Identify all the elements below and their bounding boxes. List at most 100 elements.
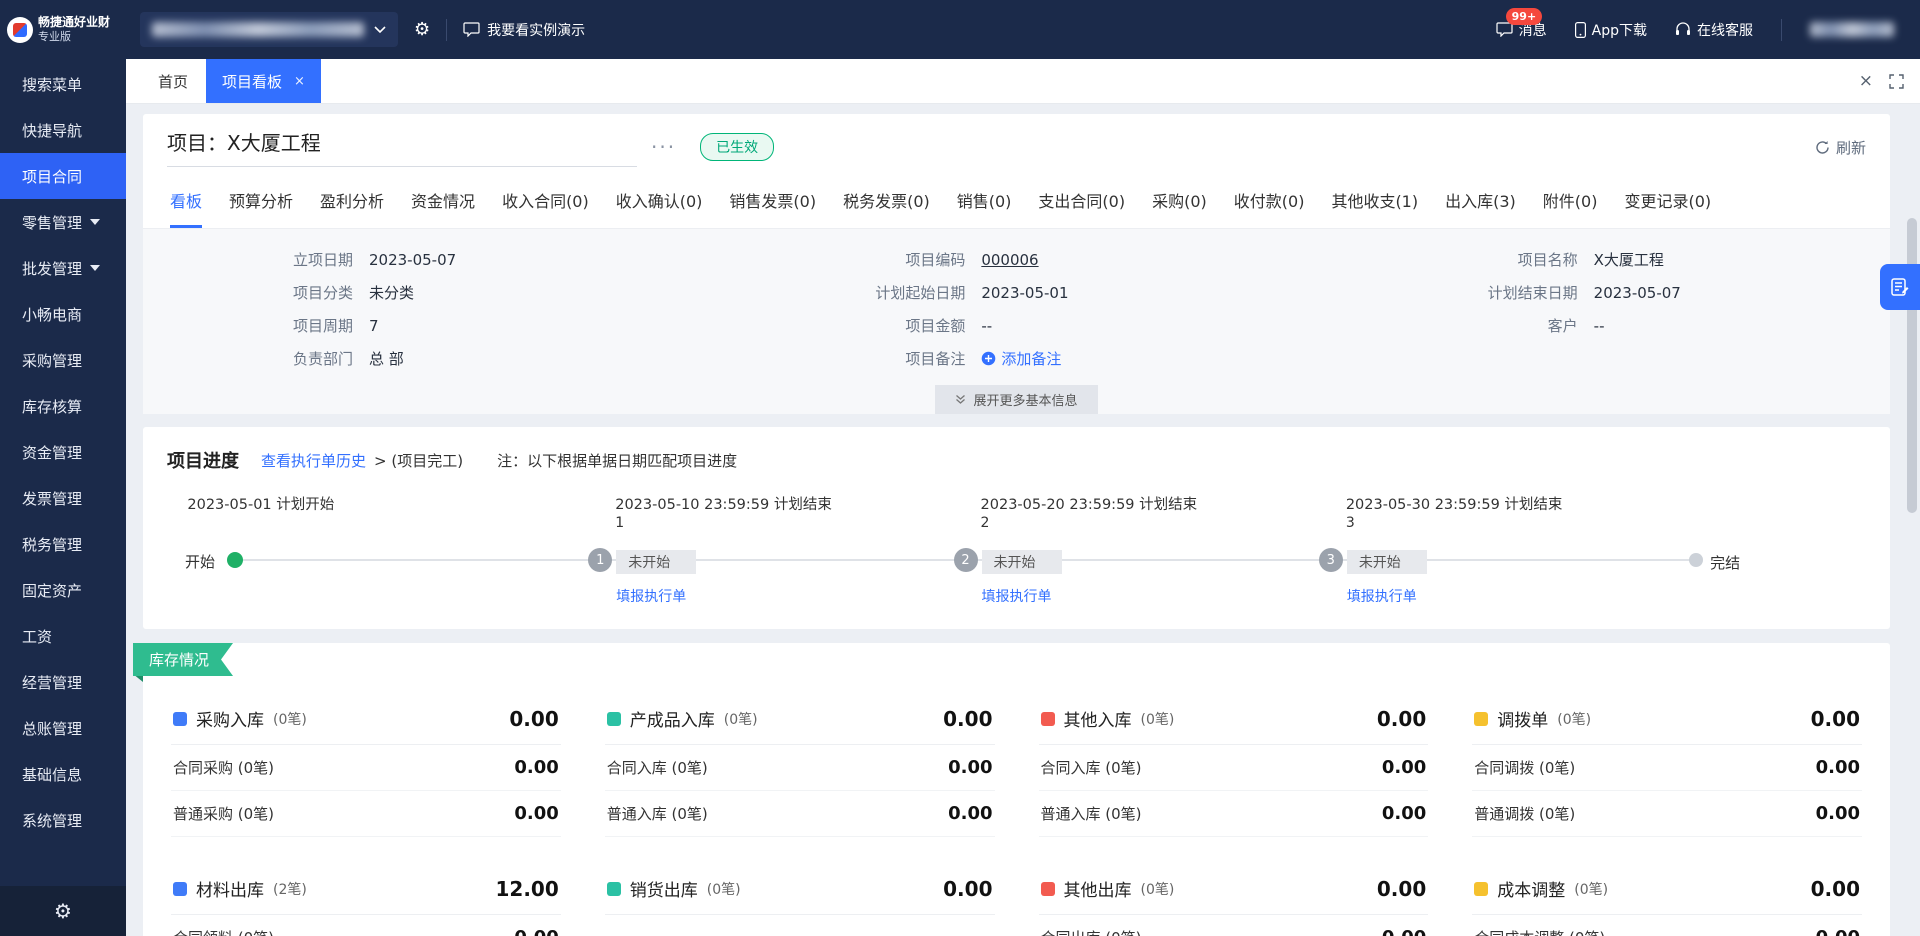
expand-more-info-button[interactable]: 展开更多基本信息 <box>935 385 1098 414</box>
refresh-button[interactable]: 刷新 <box>1815 137 1866 158</box>
sidebar-item-label: 工资 <box>22 627 53 646</box>
fill-execution-order-link[interactable]: 填报执行单 <box>1347 586 1417 606</box>
milestone-node-dot: 2 <box>953 548 978 572</box>
sidebar-item-system[interactable]: 系统管理 <box>0 797 126 843</box>
card-count: (0笔) <box>273 711 307 728</box>
vertical-scrollbar[interactable] <box>1906 108 1918 932</box>
chevron-down-icon <box>90 265 101 271</box>
sidebar-item-ecommerce[interactable]: 小畅电商 <box>0 291 126 337</box>
ptab-sales[interactable]: 销售(0) <box>957 172 1012 228</box>
milestone-status-chip: 未开始 <box>1346 550 1427 574</box>
refresh-label: 刷新 <box>1835 138 1866 157</box>
card-other-inbound: 其他入库 (0笔) 0.00 合同入库 (0笔) 0.00 普通入库 (0笔) 0.… <box>1038 693 1429 837</box>
card-sales-outbound: 销货出库 (0笔) 0.00 <box>604 863 995 936</box>
sub-value: 0.00 <box>1815 803 1860 824</box>
close-all-icon[interactable]: × <box>1859 71 1873 91</box>
more-actions-button[interactable]: ··· <box>651 135 676 159</box>
sidebar-item-invoices[interactable]: 发票管理 <box>0 475 126 521</box>
tab-project-dashboard[interactable]: 项目看板 × <box>206 59 321 103</box>
sidebar-item-retail[interactable]: 零售管理 <box>0 199 126 245</box>
progress-note: 注：以下根据单据日期匹配项目进度 <box>497 451 738 470</box>
blue-square-icon <box>173 881 187 896</box>
quick-note-floating-button[interactable] <box>1880 264 1920 310</box>
sidebar-item-label: 资金管理 <box>22 443 83 462</box>
field-value: 未分类 <box>369 284 415 302</box>
settings-gear-button[interactable]: ⚙ <box>414 19 430 40</box>
sidebar-item-search-menu[interactable]: 搜索菜单 <box>0 61 126 107</box>
fill-execution-order-link[interactable]: 填报执行单 <box>616 586 686 606</box>
ptab-expense-contracts[interactable]: 支出合同(0) <box>1038 172 1125 228</box>
ptab-stock-in-out[interactable]: 出入库(3) <box>1445 172 1516 228</box>
sidebar-item-general-ledger[interactable]: 总账管理 <box>0 705 126 751</box>
support-label: 在线客服 <box>1697 22 1753 39</box>
card-header: 采购入库 (0笔) 0.00 <box>171 693 561 745</box>
sidebar-item-label: 快捷导航 <box>22 121 83 140</box>
ptab-purchasing[interactable]: 采购(0) <box>1152 172 1207 228</box>
ptab-dashboard[interactable]: 看板 <box>170 172 203 228</box>
card-count: (0笔) <box>1140 711 1175 728</box>
milestone-status-chip: 未开始 <box>981 550 1062 574</box>
milestone-date: 2023-05-30 23:59:59 计划结束 <box>1345 497 1563 513</box>
card-sub-row: 普通调拨 (0笔) 0.00 <box>1472 791 1862 837</box>
sidebar-settings-button[interactable]: ⚙ <box>0 886 126 936</box>
app-download-button[interactable]: App下载 <box>1574 20 1647 40</box>
project-header-panel: 项目：X大厦工程 ··· 已生效 刷新 看板 预算分析 盈利分析 资金情况 收入… <box>143 114 1890 414</box>
ptab-other-income-expense[interactable]: 其他收支(1) <box>1331 172 1418 228</box>
card-value: 0.00 <box>509 706 559 731</box>
tab-label: 项目看板 <box>222 72 283 91</box>
user-account[interactable] <box>1810 22 1894 37</box>
card-sub-row: 合同成本调整 (0笔) 0.00 <box>1472 915 1862 936</box>
sidebar-item-wholesale[interactable]: 批发管理 <box>0 245 126 291</box>
plus-circle-icon <box>982 351 996 366</box>
execution-history-link[interactable]: 查看执行单历史 <box>261 450 366 471</box>
card-header: 成本调整 (0笔) 0.00 <box>1472 863 1862 915</box>
messages-button[interactable]: 99+ 消息 <box>1496 7 1547 40</box>
fullscreen-icon[interactable] <box>1889 73 1904 89</box>
ptab-profit-analysis[interactable]: 盈利分析 <box>320 172 384 228</box>
ptab-tax-invoices[interactable]: 税务发票(0) <box>843 172 930 228</box>
card-purchase-inbound: 采购入库 (0笔) 0.00 合同采购 (0笔) 0.00 普通采购 (0笔) 0.… <box>171 693 561 837</box>
sidebar-item-basic-info[interactable]: 基础信息 <box>0 751 126 797</box>
ptab-budget-analysis[interactable]: 预算分析 <box>229 172 293 228</box>
card-count: (0笔) <box>1557 711 1592 728</box>
milestone-3: 2023-05-30 23:59:59 计划结束 3 3 未开始 填报执行单 <box>1318 491 1651 623</box>
tab-home[interactable]: 首页 <box>140 59 206 103</box>
sidebar-item-operations[interactable]: 经营管理 <box>0 659 126 705</box>
sidebar-item-funds[interactable]: 资金管理 <box>0 429 126 475</box>
card-count: (0笔) <box>723 711 758 728</box>
card-other-outbound: 其他出库 (0笔) 0.00 合同出库 (0笔) 0.00 <box>1038 863 1429 936</box>
fill-execution-order-link[interactable]: 填报执行单 <box>982 586 1052 606</box>
chevron-down-icon <box>90 219 101 225</box>
ptab-funds[interactable]: 资金情况 <box>411 172 475 228</box>
add-note-link[interactable]: 添加备注 <box>981 348 1061 369</box>
ptab-change-log[interactable]: 变更记录(0) <box>1624 172 1711 228</box>
sidebar-item-fixed-assets[interactable]: 固定资产 <box>0 567 126 613</box>
scrollbar-thumb[interactable] <box>1907 218 1917 513</box>
card-title: 销货出库 <box>629 881 698 901</box>
ptab-income-contracts[interactable]: 收入合同(0) <box>502 172 589 228</box>
sidebar-item-inventory-accounting[interactable]: 库存核算 <box>0 383 126 429</box>
close-tab-icon[interactable]: × <box>294 74 305 89</box>
divider <box>1781 18 1782 41</box>
card-count: (0笔) <box>1574 881 1609 898</box>
ptab-sales-invoices[interactable]: 销售发票(0) <box>729 172 816 228</box>
sub-value: 0.00 <box>514 803 559 824</box>
project-code-link[interactable]: 000006 <box>981 251 1038 269</box>
field-value: -- <box>981 316 993 335</box>
support-button[interactable]: 在线客服 <box>1675 20 1753 40</box>
demo-link[interactable]: 我要看实例演示 <box>463 20 585 40</box>
milestone-name: 3 <box>1345 515 1355 531</box>
sub-value: 0.00 <box>948 803 993 824</box>
ptab-attachments[interactable]: 附件(0) <box>1543 172 1598 228</box>
sidebar-item-tax[interactable]: 税务管理 <box>0 521 126 567</box>
sidebar-item-payroll[interactable]: 工资 <box>0 613 126 659</box>
ptab-income-confirmation[interactable]: 收入确认(0) <box>616 172 703 228</box>
ptab-payments[interactable]: 收付款(0) <box>1234 172 1305 228</box>
card-header: 销货出库 (0笔) 0.00 <box>604 863 995 915</box>
sidebar-item-project-contract[interactable]: 项目合同 <box>0 153 126 199</box>
project-info-area: 立项日期 2023-05-07 项目分类 未分类 项目周期 7 负责部门总 部 项目编… <box>143 229 1890 414</box>
card-transfer-order: 调拨单 (0笔) 0.00 合同调拨 (0笔) 0.00 普通调拨 (0笔) 0.0… <box>1472 693 1862 837</box>
sidebar-item-purchasing[interactable]: 采购管理 <box>0 337 126 383</box>
sidebar-item-quick-nav[interactable]: 快捷导航 <box>0 107 126 153</box>
company-selector[interactable] <box>140 12 398 47</box>
